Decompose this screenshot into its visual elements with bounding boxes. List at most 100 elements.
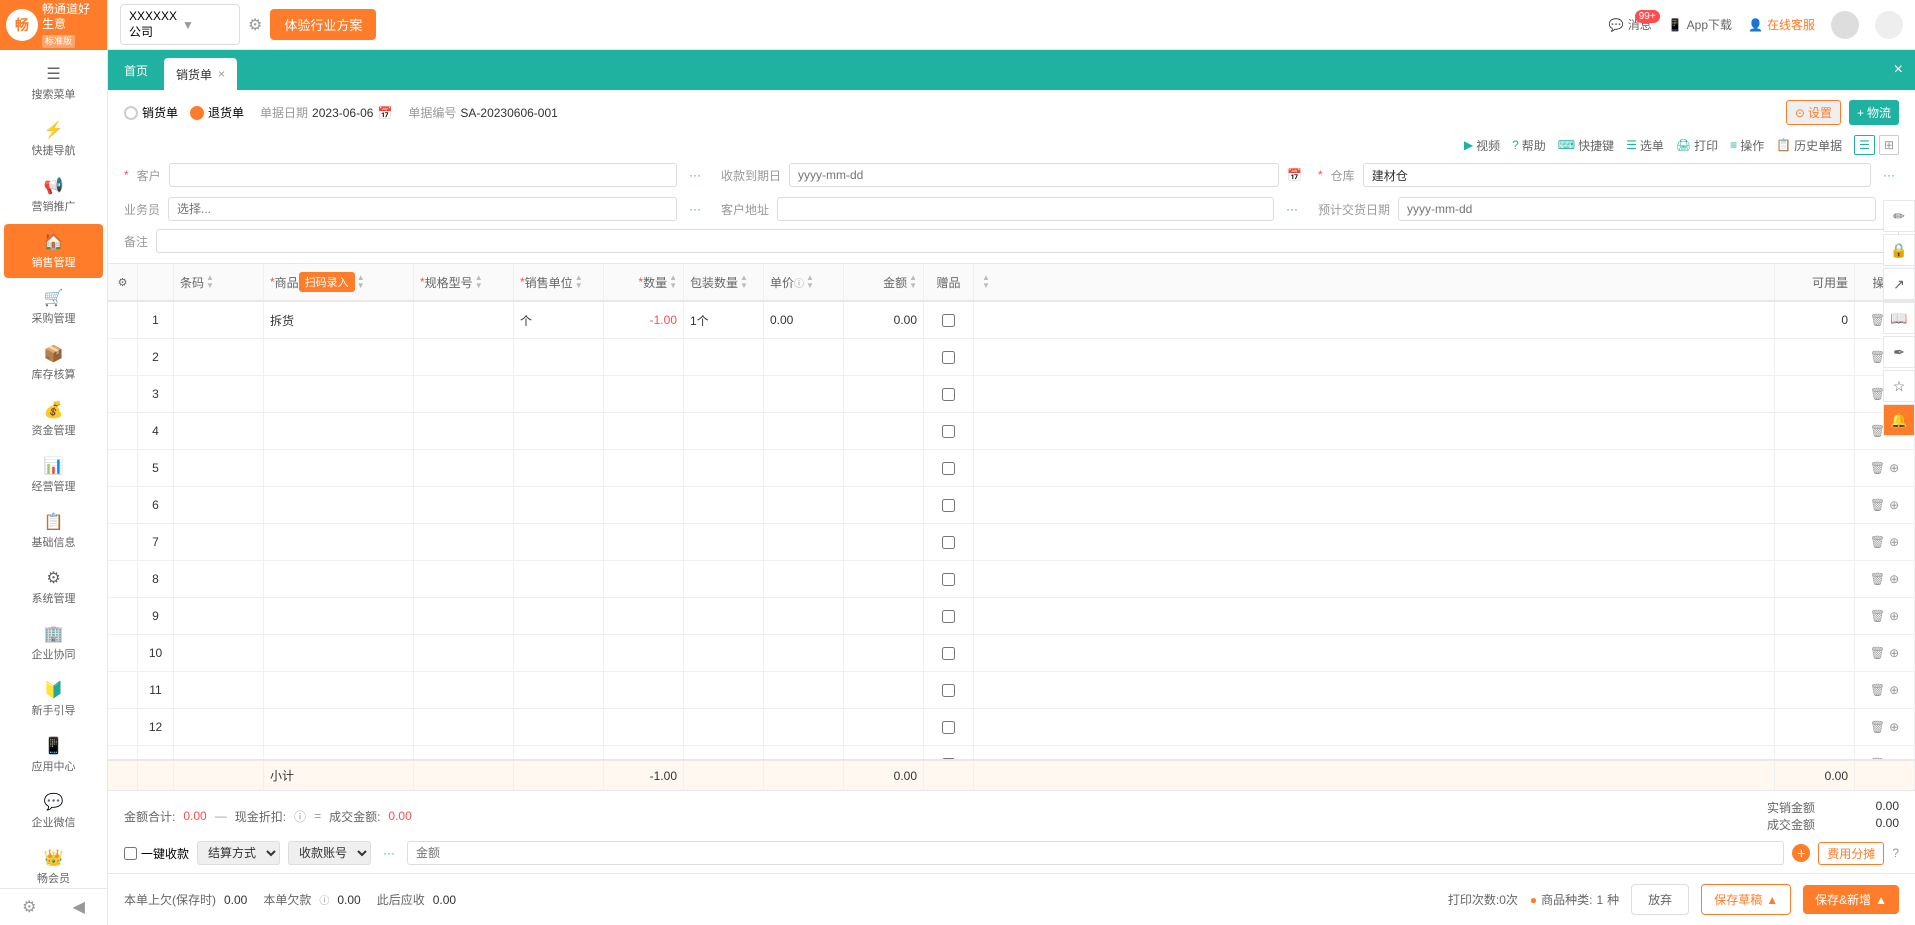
- settings-footer-icon[interactable]: ⚙: [22, 897, 36, 917]
- sidebar-item-sales[interactable]: 🏠 销售管理: [4, 224, 103, 278]
- account-more-icon[interactable]: ···: [379, 846, 399, 860]
- gift-checkbox[interactable]: [942, 462, 955, 475]
- copy-row-icon[interactable]: ⊕: [1889, 535, 1899, 549]
- copy-row-icon[interactable]: ⊕: [1889, 572, 1899, 586]
- copy-row-icon[interactable]: ⊕: [1889, 498, 1899, 512]
- one-pay-checkbox[interactable]: 一键收款: [124, 845, 189, 862]
- logistics-button[interactable]: + 物流: [1849, 100, 1899, 125]
- online-service-button[interactable]: 👤 在线客服: [1748, 16, 1815, 33]
- amount-input[interactable]: [407, 841, 1784, 865]
- sidebar-item-inventory[interactable]: 📦 库存核算: [4, 336, 103, 390]
- salesman-input[interactable]: [168, 197, 677, 221]
- topbar-gear-icon[interactable]: ⚙: [248, 15, 262, 35]
- row-amount[interactable]: 0.00: [844, 302, 924, 338]
- delete-row-icon[interactable]: 🗑: [1870, 720, 1885, 734]
- one-pay-check[interactable]: [124, 847, 137, 860]
- row-price[interactable]: 0.00: [764, 302, 844, 338]
- row-remarks[interactable]: [974, 302, 1775, 338]
- gift-checkbox[interactable]: [942, 388, 955, 401]
- delete-row-icon[interactable]: 🗑: [1870, 572, 1885, 586]
- copy-row-icon[interactable]: ⊕: [1889, 720, 1899, 734]
- gift-checkbox[interactable]: [942, 573, 955, 586]
- salesman-more-icon[interactable]: ···: [685, 202, 705, 216]
- save-new-button[interactable]: 保存&新增 ▲: [1803, 885, 1899, 914]
- sidebar-item-marketing[interactable]: 📢 营销推广: [4, 168, 103, 222]
- scan-button[interactable]: 扫码录入: [299, 272, 355, 292]
- warehouse-more-icon[interactable]: ···: [1879, 168, 1899, 182]
- expected-date-input[interactable]: [1398, 197, 1876, 221]
- discount-help-icon[interactable]: ⓘ: [294, 808, 306, 825]
- customer-more-icon[interactable]: ···: [685, 168, 705, 182]
- due-date-input[interactable]: [789, 163, 1279, 187]
- sidebar-item-guide[interactable]: 🔰 新手引导: [4, 672, 103, 726]
- delete-row-icon[interactable]: 🗑: [1870, 646, 1885, 660]
- user-avatar[interactable]: [1831, 11, 1859, 39]
- customer-addr-input[interactable]: [777, 197, 1274, 221]
- shortcut-toolbar-item[interactable]: ⌨ 快捷键: [1558, 137, 1614, 154]
- sidebar-item-member[interactable]: 👑 畅会员: [4, 840, 103, 888]
- collapse-icon[interactable]: ◀: [73, 897, 85, 917]
- sidebar-item-enterprise[interactable]: 🏢 企业协同: [4, 616, 103, 670]
- date-calendar-icon[interactable]: 📅: [377, 106, 392, 120]
- help-toolbar-item[interactable]: ? 帮助: [1512, 137, 1546, 154]
- row-gift[interactable]: [924, 302, 974, 338]
- add-payment-button[interactable]: +: [1792, 844, 1810, 862]
- sidebar-item-purchase[interactable]: 🛒 采购管理: [4, 280, 103, 334]
- sidebar-item-basic[interactable]: 📋 基础信息: [4, 504, 103, 558]
- gift-checkbox[interactable]: [942, 314, 955, 327]
- due-date-calendar-icon[interactable]: 📅: [1287, 168, 1302, 182]
- delete-row-icon[interactable]: 🗑: [1870, 498, 1885, 512]
- delete-row-icon[interactable]: 🗑: [1870, 683, 1885, 697]
- row-product[interactable]: 拆货: [264, 302, 414, 338]
- setting-button[interactable]: ⊙ 设置: [1786, 100, 1841, 125]
- ops-toolbar-item[interactable]: ≡ 操作: [1730, 137, 1764, 154]
- sidebar-item-finance[interactable]: 💰 资金管理: [4, 392, 103, 446]
- row-unit[interactable]: 个: [514, 302, 604, 338]
- radio-sale[interactable]: 销货单: [124, 104, 178, 121]
- gift-checkbox[interactable]: [942, 610, 955, 623]
- fee-help-icon[interactable]: ?: [1892, 846, 1899, 860]
- message-button[interactable]: 💬 消息 99+: [1609, 16, 1652, 33]
- right-panel-star[interactable]: ☆: [1883, 370, 1915, 402]
- sidebar-item-business[interactable]: 📊 经营管理: [4, 448, 103, 502]
- list-view-icon[interactable]: ☰: [1854, 135, 1875, 155]
- gift-checkbox[interactable]: [942, 351, 955, 364]
- app-download-button[interactable]: 📱 App下载: [1668, 16, 1732, 33]
- gift-checkbox[interactable]: [942, 647, 955, 660]
- customer-input[interactable]: [169, 163, 677, 187]
- row-qty[interactable]: -1.00: [604, 302, 684, 338]
- user-avatar2[interactable]: [1875, 11, 1903, 39]
- delete-row-icon[interactable]: 🗑: [1870, 461, 1885, 475]
- sidebar-item-system[interactable]: ⚙ 系统管理: [4, 560, 103, 614]
- radio-return[interactable]: 退货单: [190, 104, 244, 121]
- tab-home[interactable]: 首页: [108, 50, 164, 90]
- right-panel-book[interactable]: 📖: [1883, 302, 1915, 334]
- copy-row-icon[interactable]: ⊕: [1889, 461, 1899, 475]
- print-toolbar-item[interactable]: 🖨 打印: [1676, 137, 1718, 154]
- sidebar-item-shortcut[interactable]: ⚡ 快捷导航: [4, 112, 103, 166]
- copy-row-icon[interactable]: ⊕: [1889, 646, 1899, 660]
- history-toolbar-item[interactable]: 📋 历史单据: [1776, 137, 1842, 154]
- right-panel-lock[interactable]: 🔒: [1883, 234, 1915, 266]
- gift-checkbox[interactable]: [942, 499, 955, 512]
- remarks-input[interactable]: [156, 229, 1899, 253]
- warehouse-input[interactable]: [1363, 163, 1871, 187]
- row-barcode[interactable]: [174, 302, 264, 338]
- tabbar-close-icon[interactable]: ×: [1894, 61, 1903, 79]
- account-select[interactable]: 收款账号: [288, 841, 371, 865]
- fee-split-button[interactable]: 费用分摊: [1818, 842, 1884, 865]
- video-toolbar-item[interactable]: ▶ 视频: [1464, 137, 1500, 154]
- right-panel-alert[interactable]: 🔔: [1883, 404, 1915, 436]
- grid-view-icon[interactable]: ⊞: [1879, 135, 1899, 155]
- copy-row-icon[interactable]: ⊕: [1889, 609, 1899, 623]
- sidebar-item-wechat[interactable]: 💬 企业微信: [4, 784, 103, 838]
- trial-button[interactable]: 体验行业方案: [270, 9, 376, 40]
- tab-close-icon[interactable]: ×: [218, 67, 225, 81]
- discard-button[interactable]: 放弃: [1631, 884, 1689, 915]
- company-selector[interactable]: XXXXXX公司 ▼: [120, 4, 240, 45]
- right-panel-pencil[interactable]: ✒: [1883, 336, 1915, 368]
- delete-row-icon[interactable]: 🗑: [1870, 535, 1885, 549]
- gift-checkbox[interactable]: [942, 721, 955, 734]
- gift-checkbox[interactable]: [942, 536, 955, 549]
- delete-row-icon[interactable]: 🗑: [1870, 609, 1885, 623]
